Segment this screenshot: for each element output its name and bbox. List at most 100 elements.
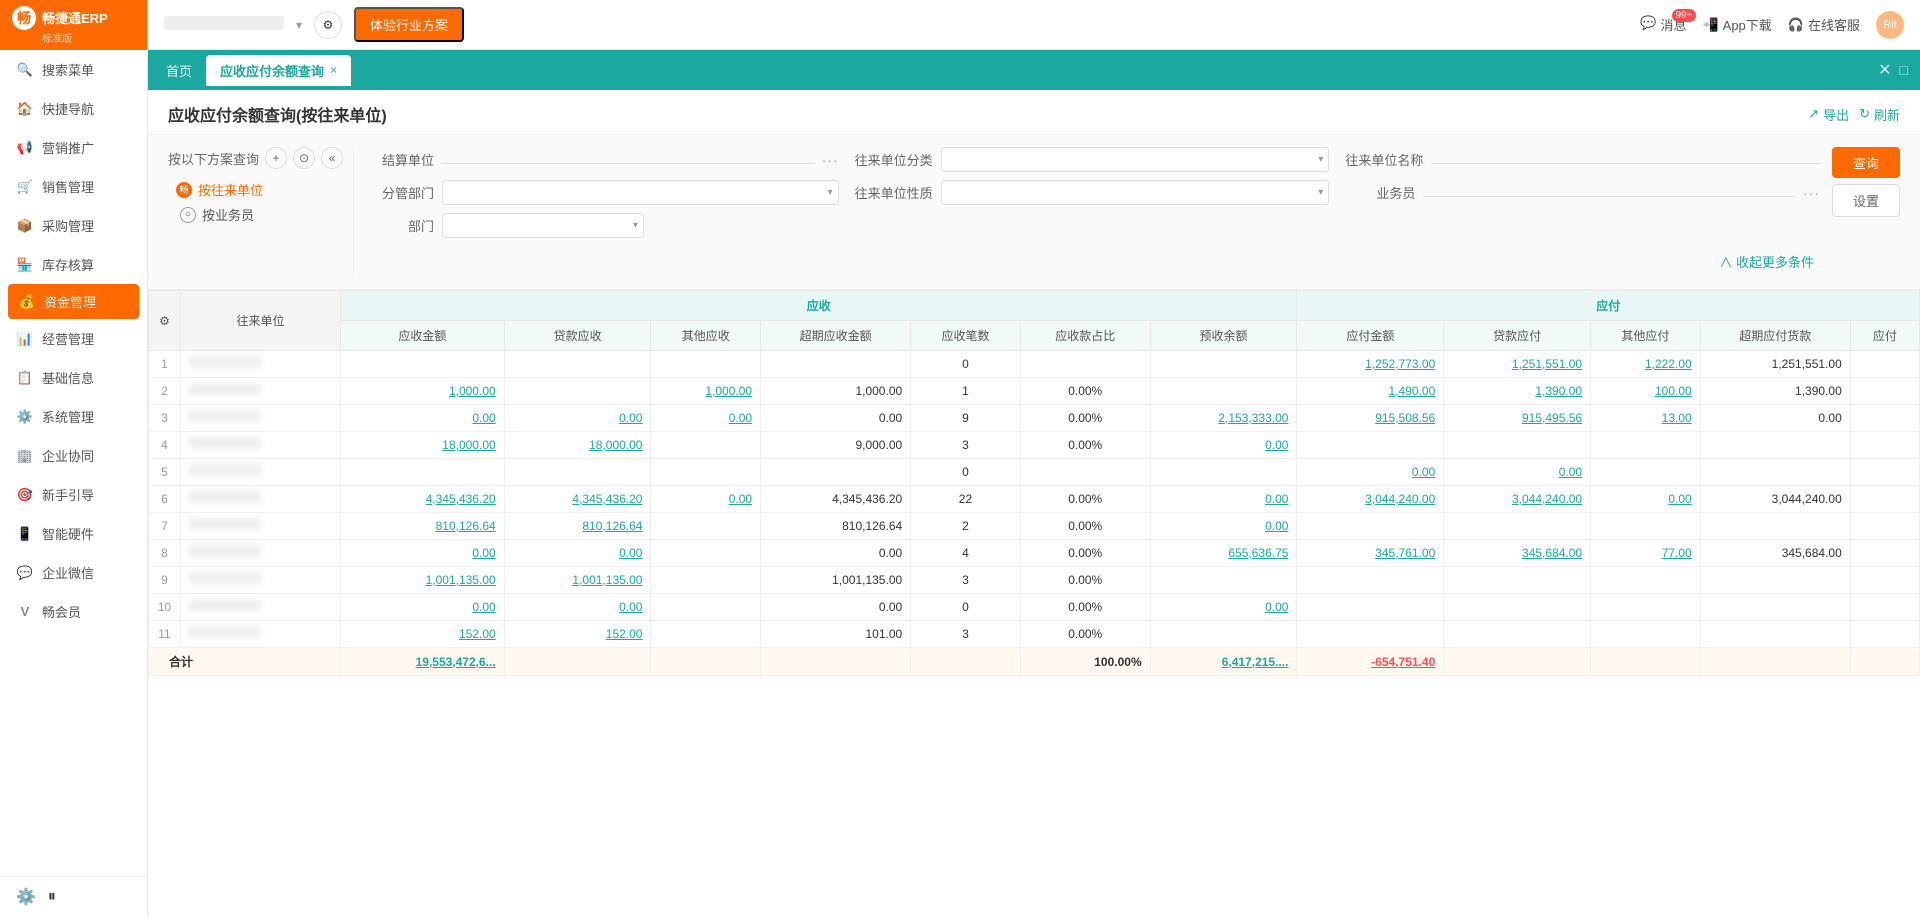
partner-type-select[interactable]	[941, 147, 1330, 172]
table-row: 10往来单位名称0.000.000.0000.00%0.00	[149, 594, 1920, 621]
online-service[interactable]: 🎧 在线客服	[1788, 15, 1860, 34]
table-settings-icon: ⚙	[159, 314, 170, 328]
total-ar-ratio: 100.00%	[1020, 648, 1150, 676]
row-number: 7	[149, 513, 181, 540]
sidebar-item-guide[interactable]: 🎯 新手引导	[0, 475, 147, 514]
total-ap-col	[1850, 648, 1919, 676]
app-download[interactable]: 📲 App下载	[1702, 15, 1771, 34]
filter-field-partner-name: 往来单位名称	[1345, 150, 1820, 169]
table-row: 5往来单位名称00.000.00	[149, 459, 1920, 486]
table-row: 4往来单位名称18,000.0018,000.009,000.0030.00%0…	[149, 432, 1920, 459]
user-avatar[interactable]: Rit	[1876, 11, 1904, 39]
messages-badge[interactable]: 💬 99+ 消息	[1640, 15, 1686, 34]
sidebar-logo: 畅 畅捷通ERP 标准版	[0, 0, 147, 50]
division-select-wrapper	[442, 213, 644, 238]
footer-collapse-icon[interactable]: ⏸	[48, 888, 56, 906]
filter-right-panel: 结算单位 ··· 往来单位分类 往来单位名称	[364, 147, 1820, 277]
export-button[interactable]: ↗ 导出	[1808, 105, 1849, 124]
sidebar-item-member[interactable]: V 畅会员	[0, 592, 147, 631]
filter-row-1: 结算单位 ··· 往来单位分类 往来单位名称	[364, 147, 1820, 172]
settings-icon: ⚙	[323, 18, 334, 32]
page-title: 应收应付余额查询(按往来单位)	[168, 102, 387, 126]
total-label: 合计	[149, 648, 341, 676]
data-table: ⚙ 往来单位 应收 应付 应收金额 贷款应收 其他应收 超期应收金额 应收笔数 …	[148, 290, 1920, 676]
th-settings[interactable]: ⚙	[149, 291, 181, 351]
filter-add-btn[interactable]: +	[265, 147, 287, 169]
sidebar-item-basic[interactable]: 📋 基础信息	[0, 358, 147, 397]
salesman-dots-btn[interactable]: ···	[1803, 185, 1820, 201]
sidebar-item-enterprise[interactable]: 🏢 企业协同	[0, 436, 147, 475]
topbar-dropdown[interactable]: ▾	[296, 18, 302, 32]
row-number: 4	[149, 432, 181, 459]
th-ap-loan: 贷款应付	[1444, 321, 1591, 351]
settlement-label: 结算单位	[364, 150, 434, 169]
row-number: 6	[149, 486, 181, 513]
collapse-more-btn[interactable]: ∧ 收起更多条件	[1713, 246, 1820, 277]
sidebar-item-operations[interactable]: 📊 经营管理	[0, 319, 147, 358]
sidebar-item-hardware[interactable]: 📱 智能硬件	[0, 514, 147, 553]
sidebar-item-system[interactable]: ⚙️ 系统管理	[0, 397, 147, 436]
cart-icon: 🛒	[16, 178, 34, 196]
filter-collapse-btn[interactable]: «	[321, 147, 343, 169]
sidebar: 畅 畅捷通ERP 标准版 🔍 搜索菜单 🏠 快捷导航 📢 营销推广 🛒 销售管理…	[0, 0, 148, 917]
chat-icon: 💬	[16, 564, 34, 582]
collapse-icon: ∧	[1719, 255, 1732, 270]
promo-button[interactable]: 体验行业方案	[354, 7, 464, 42]
partner-name: 往来单位名称	[181, 486, 341, 513]
filter-field-partner-type: 往来单位分类	[855, 147, 1330, 172]
table-row: 8往来单位名称0.000.000.0040.00%655,636.75345,7…	[149, 540, 1920, 567]
sidebar-item-marketing[interactable]: 📢 营销推广	[0, 128, 147, 167]
total-ap-amount: -654,751.40	[1297, 648, 1444, 676]
settings-button[interactable]: 设置	[1832, 184, 1900, 217]
settlement-dots-btn[interactable]: ···	[822, 152, 839, 168]
user-name: Rit	[1883, 19, 1896, 31]
download-icon: 📲	[1702, 17, 1718, 33]
th-ap-other: 其他应付	[1591, 321, 1701, 351]
topbar-gear-button[interactable]: ⚙	[314, 11, 342, 39]
sidebar-item-search[interactable]: 🔍 搜索菜单	[0, 50, 147, 89]
chart-icon: 📊	[16, 330, 34, 348]
tabs-bar: 首页 应收应付余额查询 × ✕ □	[148, 50, 1920, 90]
filter-option-partner[interactable]: 畅 按往来单位	[168, 177, 343, 202]
filter-option-salesman[interactable]: ○ 按业务员	[168, 202, 343, 227]
partner-name: 往来单位名称	[181, 621, 341, 648]
division-select[interactable]	[442, 213, 644, 238]
footer-settings-icon[interactable]: ⚙️	[16, 887, 36, 907]
row-number: 3	[149, 405, 181, 432]
home-icon: 🏠	[16, 100, 34, 118]
tab-ar-query[interactable]: 应收应付余额查询 ×	[206, 55, 351, 86]
partner-nature-select[interactable]	[941, 180, 1330, 205]
window-maximize-icon[interactable]: □	[1900, 62, 1908, 78]
sidebar-item-purchase[interactable]: 📦 采购管理	[0, 206, 147, 245]
table-row: 11往来单位名称152.00152.00101.0030.00%	[149, 621, 1920, 648]
filter-settings-btn[interactable]: ⊙	[293, 147, 315, 169]
tab-home[interactable]: 首页	[152, 55, 206, 86]
sidebar-item-sales[interactable]: 🛒 销售管理	[0, 167, 147, 206]
partner-name-input[interactable]	[1431, 155, 1820, 164]
sidebar-item-nav[interactable]: 🏠 快捷导航	[0, 89, 147, 128]
tab-close-icon[interactable]: ×	[330, 63, 337, 77]
th-ap-overdue: 超期应付货款	[1700, 321, 1850, 351]
table-row: 6往来单位名称4,345,436.204,345,436.200.004,345…	[149, 486, 1920, 513]
sidebar-item-capital[interactable]: 💰 资金管理	[8, 284, 139, 319]
dept-select[interactable]	[442, 180, 839, 205]
dept-select-wrapper	[442, 180, 839, 205]
settlement-input[interactable]	[442, 155, 814, 164]
sidebar-item-wechat[interactable]: 💬 企业微信	[0, 553, 147, 592]
query-button[interactable]: 查询	[1832, 147, 1900, 178]
partner-name: 往来单位名称	[181, 459, 341, 486]
th-ap-col: 应付	[1850, 321, 1919, 351]
row-number: 1	[149, 351, 181, 378]
th-ar-prepay: 预收余额	[1150, 321, 1297, 351]
total-ar-prepay: 6,417,215....	[1150, 648, 1297, 676]
ar-query-tab-label: 应收应付余额查询	[220, 61, 324, 80]
salesman-input[interactable]	[1423, 188, 1795, 197]
bell-icon: 💬	[1640, 15, 1656, 34]
total-ar-loan	[504, 648, 651, 676]
export-icon: ↗	[1808, 106, 1819, 122]
refresh-button[interactable]: ↻ 刷新	[1859, 105, 1900, 124]
partner-name: 往来单位名称	[181, 594, 341, 621]
window-close-icon[interactable]: ✕	[1878, 60, 1891, 80]
sidebar-item-inventory[interactable]: 🏪 库存核算	[0, 245, 147, 284]
tabs-window-controls: ✕ □	[1878, 60, 1916, 80]
